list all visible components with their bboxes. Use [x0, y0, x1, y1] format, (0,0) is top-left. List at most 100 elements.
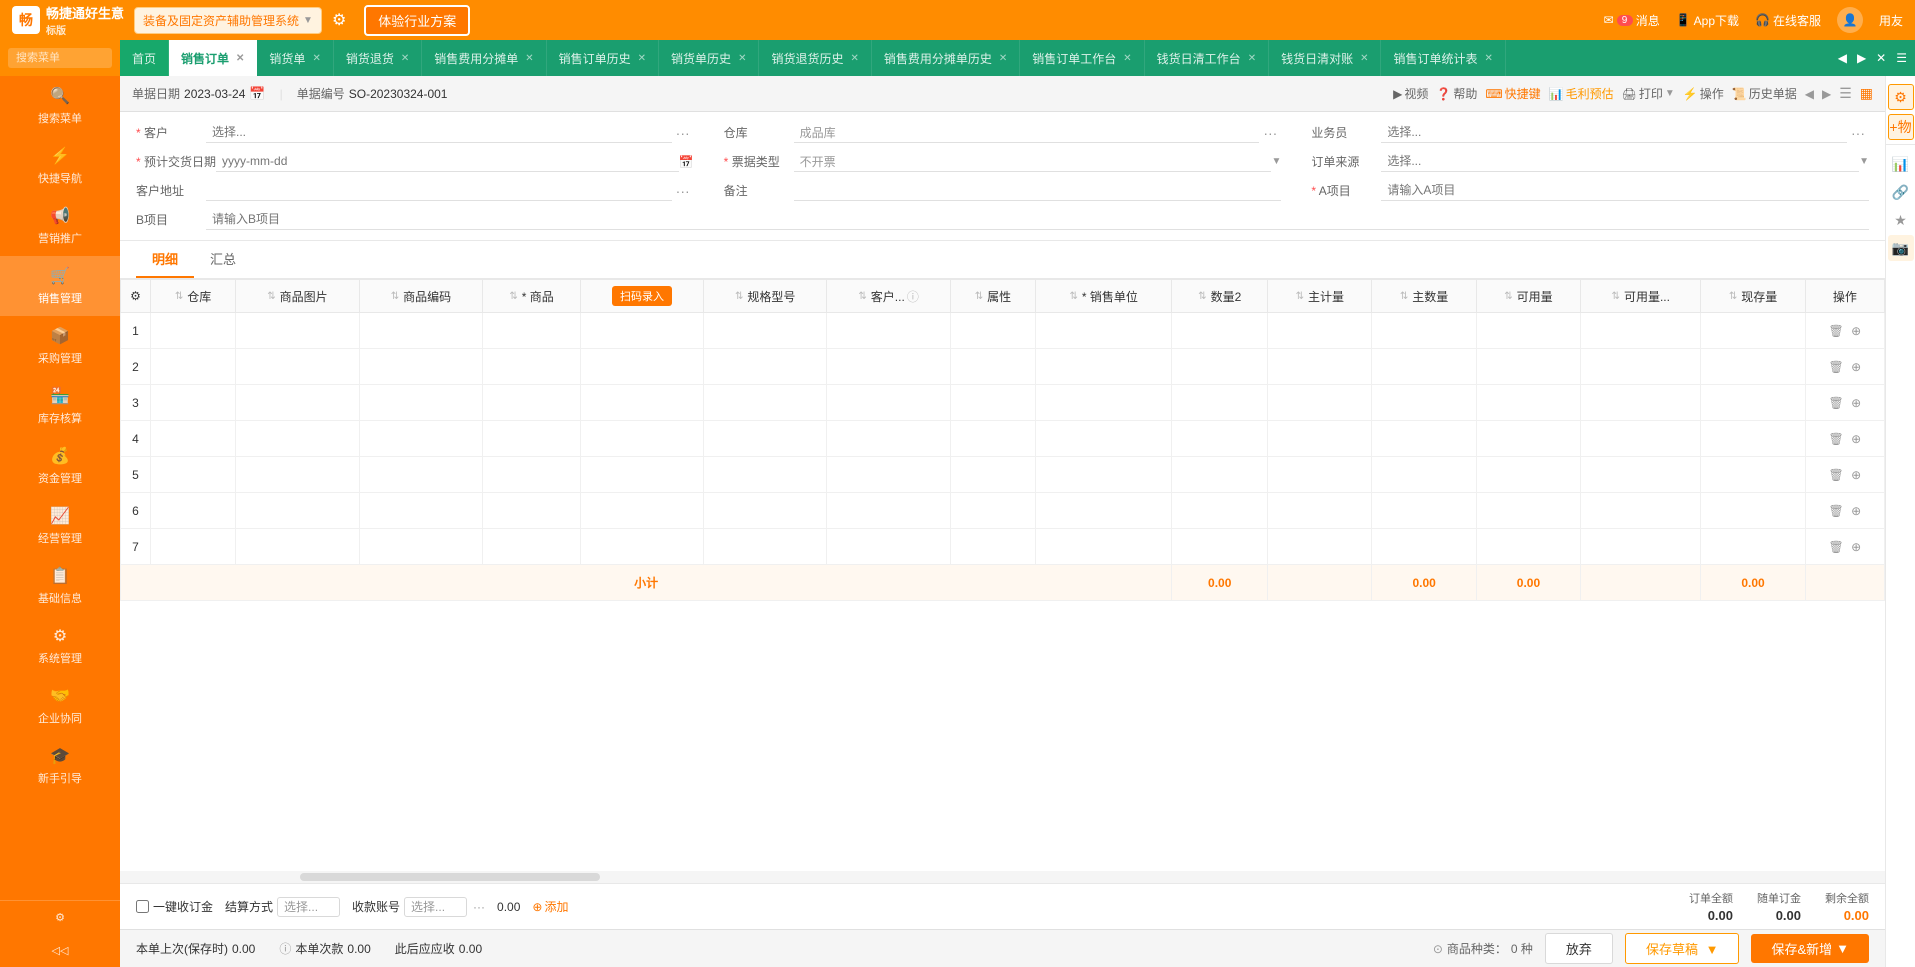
delivery-input[interactable] [216, 151, 679, 172]
col-qty2[interactable]: ⇅数量2 [1172, 280, 1268, 313]
cell-customer-4[interactable] [827, 421, 951, 457]
order-number-value[interactable]: SO-20230324-001 [349, 87, 448, 101]
sort-product-icon[interactable]: ⇅ [509, 291, 517, 302]
right-add-btn[interactable]: +物 [1888, 114, 1914, 140]
cell-image-5[interactable] [236, 457, 359, 493]
cell-current-3[interactable] [1701, 385, 1805, 421]
copy-row-6-icon[interactable]: ⊕ [1851, 504, 1861, 518]
right-star-btn[interactable]: ★ [1888, 207, 1914, 233]
col-customer-info[interactable]: ⇅客户...ⓘ [827, 280, 951, 313]
sidebar-item-operations[interactable]: 📈 经营管理 [0, 496, 120, 556]
cell-current-7[interactable] [1701, 529, 1805, 565]
cell-main-qty-7[interactable] [1372, 529, 1476, 565]
scroll-thumb[interactable] [300, 873, 600, 881]
cell-unit-2[interactable] [1036, 349, 1172, 385]
cell-customer-3[interactable] [827, 385, 951, 421]
cell-attr-3[interactable] [950, 385, 1035, 421]
sort-attr-icon[interactable]: ⇅ [975, 291, 983, 302]
cell-unit-4[interactable] [1036, 421, 1172, 457]
cell-code-7[interactable] [359, 529, 482, 565]
settings-col-icon[interactable]: ⚙ [130, 289, 141, 303]
tab-expense-history-close[interactable]: ✕ [999, 53, 1007, 64]
grid-view-btn[interactable]: ☰ [1839, 85, 1852, 102]
tab-return-history-close[interactable]: ✕ [850, 53, 858, 64]
cell-available-5[interactable] [1476, 457, 1580, 493]
tab-expense-split-close[interactable]: ✕ [525, 53, 533, 64]
order-source-dropdown-icon[interactable]: ▼ [1859, 156, 1869, 167]
cell-current-4[interactable] [1701, 421, 1805, 457]
tab-close-all-btn[interactable]: ✕ [1872, 49, 1890, 67]
copy-row-2-icon[interactable]: ⊕ [1851, 360, 1861, 374]
card-view-btn[interactable]: ▦ [1860, 85, 1873, 102]
cell-image-1[interactable] [236, 313, 359, 349]
cell-current-1[interactable] [1701, 313, 1805, 349]
sidebar-item-finance[interactable]: 💰 资金管理 [0, 436, 120, 496]
tab-sales-order[interactable]: 销售订单 ✕ [169, 40, 257, 76]
copy-row-1-icon[interactable]: ⊕ [1851, 324, 1861, 338]
cell-warehouse-5[interactable] [151, 457, 236, 493]
shortcut-btn[interactable]: ⌨ 快捷键 [1485, 85, 1540, 102]
tab-daily-clear-close[interactable]: ✕ [1248, 53, 1256, 64]
sidebar-item-quicknav[interactable]: ⚡ 快捷导航 [0, 136, 120, 196]
cell-image-3[interactable] [236, 385, 359, 421]
tab-sales-bill[interactable]: 销货单 ✕ [257, 40, 333, 76]
sidebar-item-enterprise[interactable]: 🤝 企业协同 [0, 676, 120, 736]
tab-next-btn[interactable]: ▶ [1853, 49, 1870, 67]
sort-current-icon[interactable]: ⇅ [1729, 291, 1737, 302]
cell-qty2-6[interactable] [1172, 493, 1268, 529]
cell-main-unit-6[interactable] [1268, 493, 1372, 529]
cell-product-1[interactable] [483, 313, 581, 349]
tab-stats-close[interactable]: ✕ [1485, 53, 1493, 64]
tab-sales-order-close[interactable]: ✕ [236, 53, 244, 64]
customer-addr-dots[interactable]: ··· [672, 183, 694, 199]
system-title[interactable]: 装备及固定资产辅助管理系统 ▼ [134, 7, 322, 34]
delete-row-7-icon[interactable]: 🗑 [1829, 540, 1844, 554]
cell-available2-1[interactable] [1581, 313, 1701, 349]
cell-qty2-1[interactable] [1172, 313, 1268, 349]
col-spec[interactable]: ⇅规格型号 [703, 280, 826, 313]
sort-image-icon[interactable]: ⇅ [267, 291, 275, 302]
cell-spec-1[interactable] [703, 313, 826, 349]
col-code[interactable]: ⇅商品编码 [359, 280, 482, 313]
save-new-dropdown-icon[interactable]: ▼ [1836, 941, 1849, 956]
tab-expense-split[interactable]: 销售费用分摊单 ✕ [422, 40, 546, 76]
tab-order-history-close[interactable]: ✕ [638, 53, 646, 64]
cell-spec-6[interactable] [703, 493, 826, 529]
account-select[interactable]: 选择... [404, 897, 467, 917]
salesperson-dots[interactable]: ··· [1847, 125, 1869, 141]
tab-reconcile-close[interactable]: ✕ [1360, 53, 1368, 64]
col-current[interactable]: ⇅现存量 [1701, 280, 1805, 313]
horizontal-scrollbar[interactable] [120, 871, 1885, 883]
cell-product-4[interactable] [483, 421, 581, 457]
salesperson-input[interactable] [1381, 122, 1847, 143]
cell-main-unit-7[interactable] [1268, 529, 1372, 565]
tab-return-history[interactable]: 销货退货历史 ✕ [759, 40, 871, 76]
cell-product-3[interactable] [483, 385, 581, 421]
cell-available2-5[interactable] [1581, 457, 1701, 493]
cell-main-unit-2[interactable] [1268, 349, 1372, 385]
cell-spec-2[interactable] [703, 349, 826, 385]
delete-row-5-icon[interactable]: 🗑 [1829, 468, 1844, 482]
cell-customer-5[interactable] [827, 457, 951, 493]
col-settings[interactable]: ⚙ [121, 280, 151, 313]
cell-unit-6[interactable] [1036, 493, 1172, 529]
cell-spec-7[interactable] [703, 529, 826, 565]
cell-available-2[interactable] [1476, 349, 1580, 385]
help-btn[interactable]: ❓ 帮助 [1436, 85, 1477, 102]
sort-main-qty-icon[interactable]: ⇅ [1400, 291, 1408, 302]
sidebar-item-collapse[interactable]: ◁◁ [0, 934, 120, 967]
delete-row-1-icon[interactable]: 🗑 [1829, 324, 1844, 338]
cell-product-2[interactable] [483, 349, 581, 385]
cell-image-7[interactable] [236, 529, 359, 565]
cell-available2-7[interactable] [1581, 529, 1701, 565]
search-input[interactable] [8, 48, 112, 68]
cell-warehouse-1[interactable] [151, 313, 236, 349]
sidebar-item-guide[interactable]: 🎓 新手引导 [0, 736, 120, 796]
cell-customer-1[interactable] [827, 313, 951, 349]
tab-summary[interactable]: 汇总 [194, 241, 252, 278]
tab-order-history[interactable]: 销售订单历史 ✕ [547, 40, 659, 76]
tab-daily-clear[interactable]: 钱货日清工作台 ✕ [1145, 40, 1269, 76]
tab-return-close[interactable]: ✕ [401, 53, 409, 64]
save-draft-dropdown-icon[interactable]: ▼ [1706, 942, 1719, 957]
col-main-qty[interactable]: ⇅主数量 [1372, 280, 1476, 313]
